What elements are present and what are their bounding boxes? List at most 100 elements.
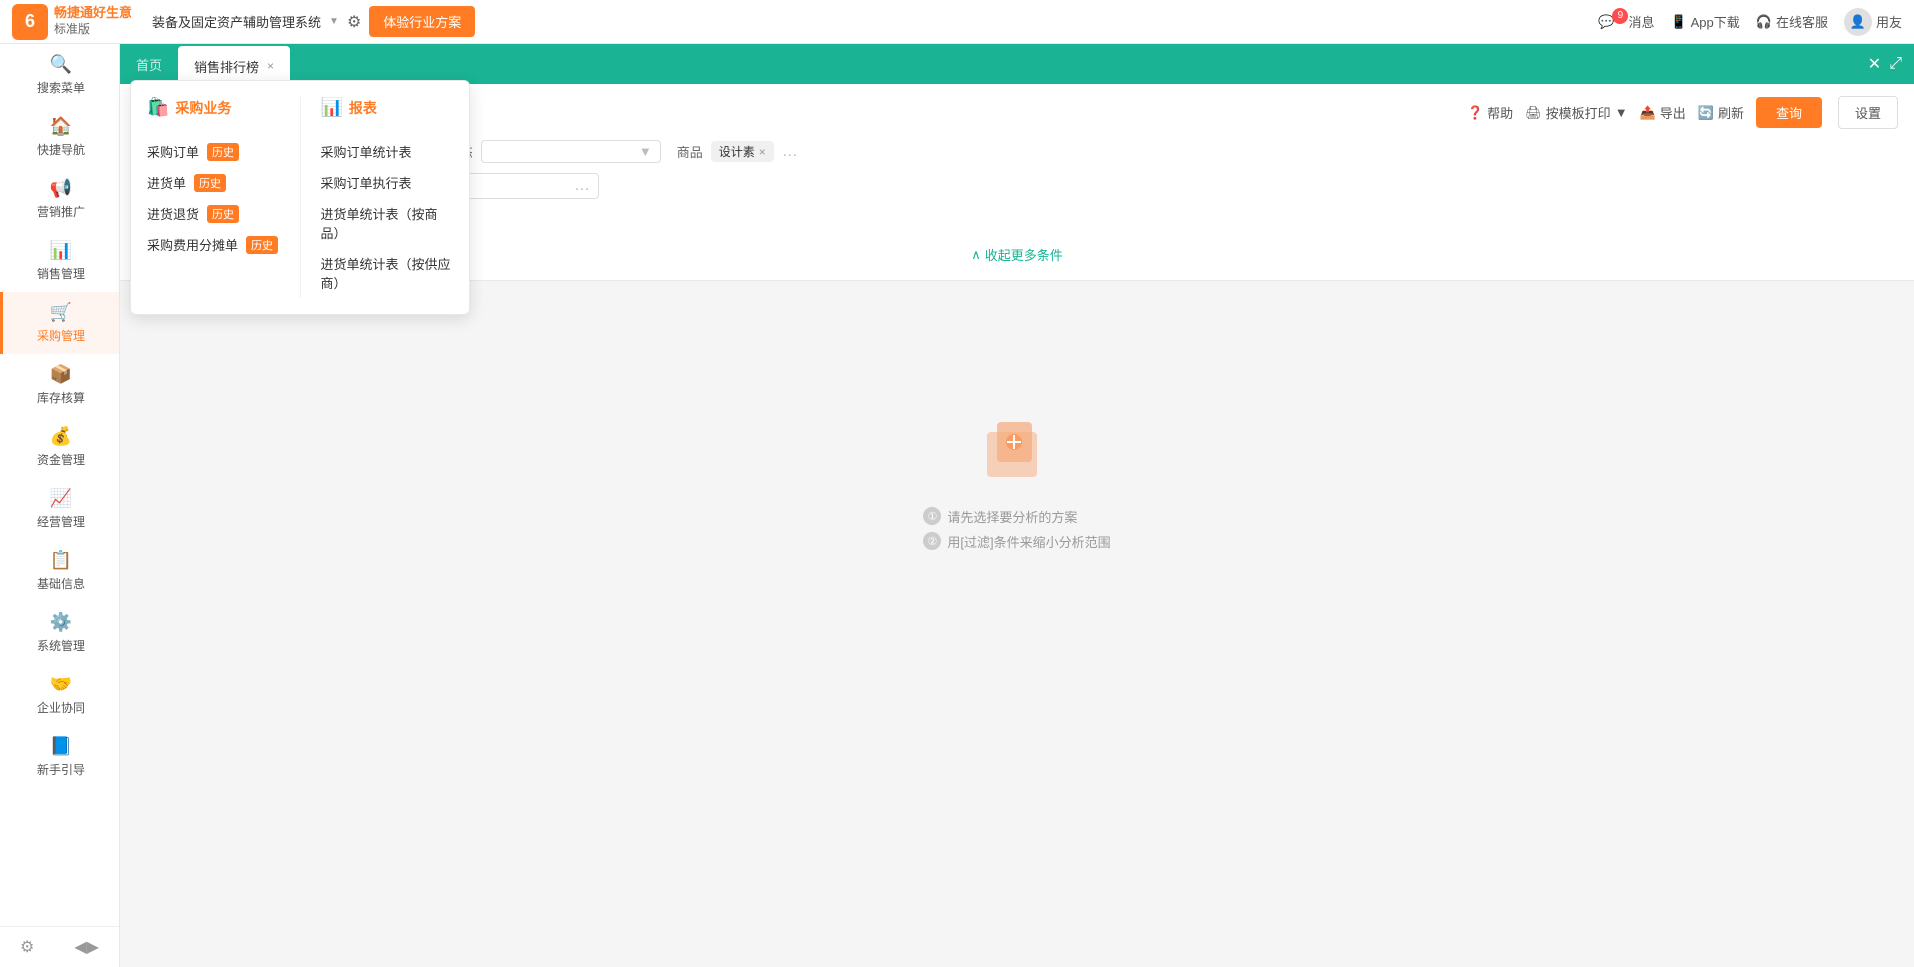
notification-item[interactable]: 💬 9 消息 bbox=[1598, 12, 1654, 31]
report-label: 报表 bbox=[349, 98, 377, 118]
menu-item-order-exec[interactable]: 采购订单执行表 bbox=[321, 167, 454, 198]
menu-item-order-stats-label: 采购订单统计表 bbox=[321, 142, 412, 161]
system-icon: ⚙️ bbox=[50, 612, 72, 633]
sidebar-label-search: 搜索菜单 bbox=[37, 79, 85, 96]
hint-1-num: ① bbox=[923, 507, 941, 525]
empty-hint-2: ② 用[过滤]条件来缩小分析范围 bbox=[923, 532, 1110, 551]
system-title: 装备及固定资产辅助管理系统 bbox=[152, 12, 321, 31]
sidebar-item-guide[interactable]: 📘 新手引导 bbox=[0, 726, 119, 788]
goods-dots[interactable]: … bbox=[782, 143, 798, 161]
sidebar-label-system: 系统管理 bbox=[37, 637, 85, 654]
salesperson-dots[interactable]: … bbox=[574, 177, 590, 195]
app-download-item[interactable]: 📱 App下载 bbox=[1670, 12, 1739, 31]
sidebar-label-corp: 企业协同 bbox=[37, 699, 85, 716]
sidebar-collapse-btn[interactable]: ◀▶ bbox=[74, 937, 99, 957]
empty-hint-1: ① 请先选择要分析的方案 bbox=[923, 507, 1110, 526]
online-service-item[interactable]: 🎧 在线客服 bbox=[1756, 12, 1828, 31]
menu-item-purchase-expense-label: 采购费用分摊单 bbox=[147, 235, 238, 254]
sidebar-label-purchase: 采购管理 bbox=[37, 327, 85, 344]
menu-item-goods-return[interactable]: 进货退货 历史 bbox=[147, 198, 280, 229]
goods-tag: 设计素 × bbox=[711, 141, 774, 162]
notification-badge: 9 bbox=[1612, 8, 1628, 24]
export-btn[interactable]: 📤 导出 bbox=[1640, 103, 1686, 122]
goods-tag-close[interactable]: × bbox=[759, 145, 766, 159]
menu-item-goods-receipt-badge: 历史 bbox=[194, 174, 226, 192]
system-dropdown-arrow[interactable]: ▼ bbox=[329, 16, 339, 27]
corp-icon: 🤝 bbox=[50, 674, 72, 695]
tab-bar: 首页 销售排行榜 × ✕ ⤢ bbox=[120, 44, 1914, 84]
sidebar-item-purchase[interactable]: 🛒 采购管理 bbox=[0, 292, 119, 354]
refresh-btn[interactable]: 🔄 刷新 bbox=[1698, 103, 1744, 122]
search-icon: 🔍 bbox=[50, 54, 72, 75]
empty-svg bbox=[977, 412, 1057, 492]
tab-sales-ranking-label: 销售排行榜 bbox=[194, 57, 259, 76]
username-label: 用友 bbox=[1876, 12, 1902, 31]
print-icon: 🖨 bbox=[1525, 105, 1542, 121]
tab-close-window-btn[interactable]: ✕ bbox=[1868, 54, 1881, 74]
sidebar-item-inventory[interactable]: 📦 库存核算 bbox=[0, 354, 119, 416]
tab-close-icon[interactable]: × bbox=[267, 59, 274, 73]
print-arrow: ▼ bbox=[1615, 105, 1628, 120]
sidebar-item-system[interactable]: ⚙️ 系统管理 bbox=[0, 602, 119, 664]
set-button[interactable]: 设置 bbox=[1838, 96, 1898, 129]
finance-icon: 💰 bbox=[50, 426, 72, 447]
goods-label: 商品 bbox=[677, 142, 703, 161]
help-icon: ❓ bbox=[1467, 105, 1483, 121]
sidebar-item-corp[interactable]: 🤝 企业协同 bbox=[0, 664, 119, 726]
top-bar-right: 💬 9 消息 📱 App下载 🎧 在线客服 👤 用友 bbox=[1598, 8, 1902, 36]
menu-item-receipt-by-supplier[interactable]: 进货单统计表（按供应商） bbox=[321, 248, 454, 298]
tab-home[interactable]: 首页 bbox=[120, 44, 178, 84]
purchase-icon: 🛒 bbox=[50, 302, 72, 323]
sidebar-label-nav: 快捷导航 bbox=[37, 141, 85, 158]
menu-item-order-exec-label: 采购订单执行表 bbox=[321, 173, 412, 192]
online-service-label: 在线客服 bbox=[1776, 12, 1828, 31]
menu-item-receipt-by-goods-label: 进货单统计表（按商品） bbox=[321, 204, 454, 242]
sidebar-label-operations: 经营管理 bbox=[37, 513, 85, 530]
sidebar-item-sales[interactable]: 📊 销售管理 bbox=[0, 230, 119, 292]
report-title: 📊 报表 bbox=[321, 97, 454, 124]
purchase-dropdown-menu: 🛍️ 采购业务 采购订单 历史 进货单 历史 进货退货 历史 bbox=[130, 80, 470, 315]
trial-button[interactable]: 体验行业方案 bbox=[369, 6, 475, 37]
sidebar-item-search[interactable]: 🔍 搜索菜单 bbox=[0, 44, 119, 106]
menu-item-order-stats[interactable]: 采购订单统计表 bbox=[321, 136, 454, 167]
logo-line1: 畅捷通好生意 bbox=[54, 5, 132, 22]
main-area: 🔍 搜索菜单 🏠 快捷导航 📢 营销推广 📊 销售管理 🛒 采购管理 📦 bbox=[0, 44, 1914, 967]
sidebar-settings-btn[interactable]: ⚙ bbox=[20, 937, 34, 957]
sidebar-item-basic-info[interactable]: 📋 基础信息 bbox=[0, 540, 119, 602]
sidebar-item-finance[interactable]: 💰 资金管理 bbox=[0, 416, 119, 478]
home-icon: 🏠 bbox=[50, 116, 72, 137]
doc-status-arrow: ▼ bbox=[639, 144, 652, 159]
query-button[interactable]: 查询 bbox=[1756, 97, 1822, 128]
menu-item-receipt-by-goods[interactable]: 进货单统计表（按商品） bbox=[321, 198, 454, 248]
menu-item-goods-receipt[interactable]: 进货单 历史 bbox=[147, 167, 280, 198]
app-container: 6 畅捷通好生意 标准版 装备及固定资产辅助管理系统 ▼ ⚙ 体验行业方案 💬 … bbox=[0, 0, 1914, 967]
export-label: 导出 bbox=[1660, 103, 1686, 122]
operations-icon: 📈 bbox=[50, 488, 72, 509]
sidebar-item-nav[interactable]: 🏠 快捷导航 bbox=[0, 106, 119, 168]
goods-tag-text: 设计素 bbox=[719, 143, 755, 160]
tab-maximize-btn[interactable]: ⤢ bbox=[1889, 55, 1902, 73]
print-btn[interactable]: 🖨 按模板打印 ▼ bbox=[1525, 103, 1627, 122]
menu-item-purchase-order-badge: 历史 bbox=[207, 143, 239, 161]
logo-text: 畅捷通好生意 标准版 bbox=[54, 5, 132, 37]
sidebar-item-operations[interactable]: 📈 经营管理 bbox=[0, 478, 119, 540]
system-title-area: 装备及固定资产辅助管理系统 ▼ ⚙ bbox=[152, 12, 361, 32]
sidebar-label-sales: 销售管理 bbox=[37, 265, 85, 282]
tab-bar-right: ✕ ⤢ bbox=[1868, 54, 1914, 74]
sidebar-item-marketing[interactable]: 📢 营销推广 bbox=[0, 168, 119, 230]
menu-item-purchase-expense[interactable]: 采购费用分摊单 历史 bbox=[147, 229, 280, 260]
basic-info-icon: 📋 bbox=[50, 550, 72, 571]
goods-field: 商品 设计素 × … bbox=[677, 141, 798, 162]
guide-icon: 📘 bbox=[50, 736, 72, 757]
sidebar-label-inventory: 库存核算 bbox=[37, 389, 85, 406]
logo-line2: 标准版 bbox=[54, 22, 132, 38]
menu-item-receipt-by-supplier-label: 进货单统计表（按供应商） bbox=[321, 254, 454, 292]
sidebar-label-basic-info: 基础信息 bbox=[37, 575, 85, 592]
empty-hints: ① 请先选择要分析的方案 ② 用[过滤]条件来缩小分析范围 bbox=[923, 507, 1110, 551]
user-item[interactable]: 👤 用友 bbox=[1844, 8, 1902, 36]
sidebar-bottom: ⚙ ◀▶ bbox=[0, 926, 119, 967]
settings-icon[interactable]: ⚙ bbox=[347, 12, 361, 32]
help-btn[interactable]: ❓ 帮助 bbox=[1467, 103, 1513, 122]
menu-item-purchase-order[interactable]: 采购订单 历史 bbox=[147, 136, 280, 167]
doc-status-select[interactable]: ▼ bbox=[481, 140, 661, 163]
